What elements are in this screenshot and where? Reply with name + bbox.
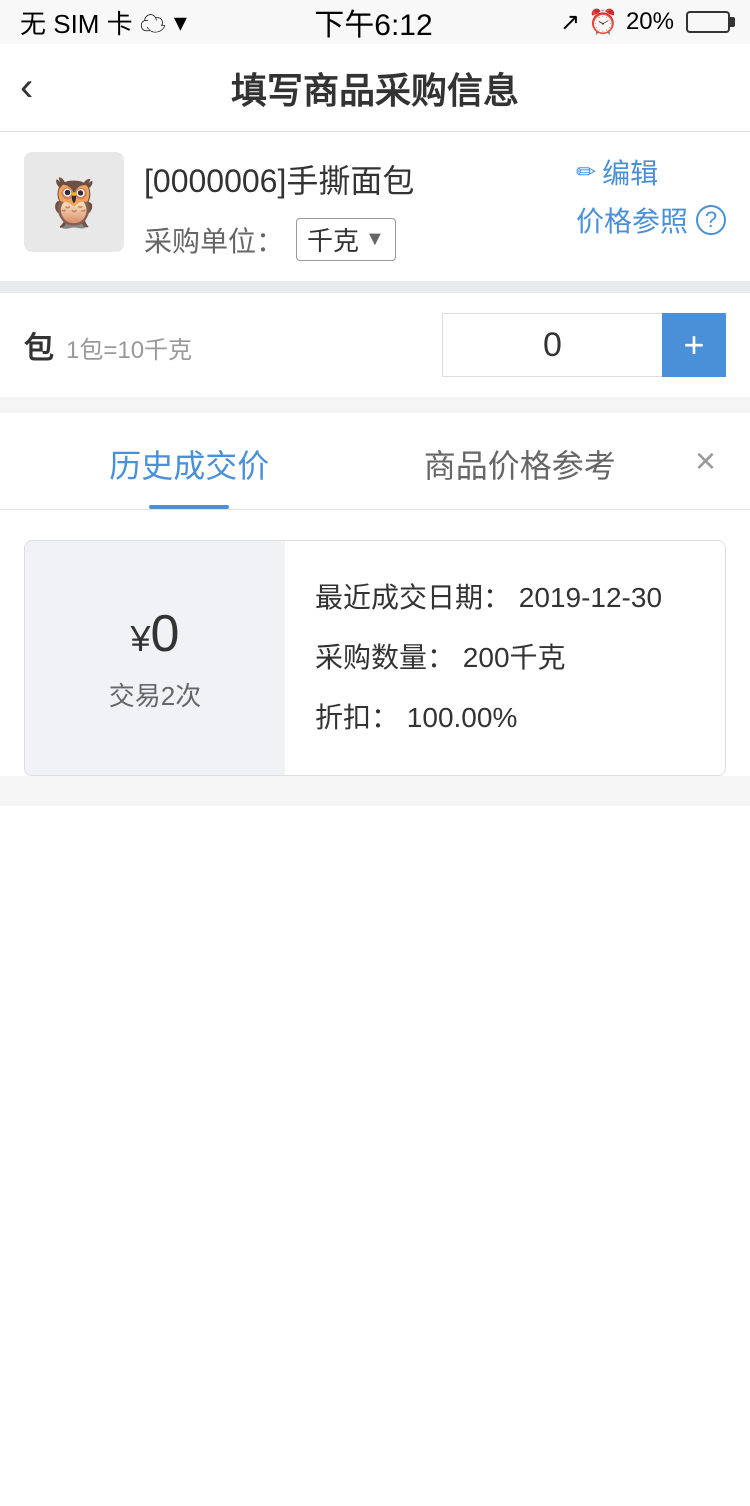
purchase-unit-row: 采购单位： 千克 ▼ [144, 218, 414, 261]
quantity-plus-button[interactable]: + [662, 313, 726, 377]
history-card: ¥0 交易2次 最近成交日期： 2019-12-30 采购数量： 200千克 折… [24, 540, 726, 776]
discount-value: 100.00% [407, 702, 518, 733]
product-image-icon: 🦉 [44, 174, 104, 231]
edit-label: 编辑 [602, 152, 658, 192]
price-ref-help-icon[interactable]: ? [696, 205, 726, 235]
status-bar: 无 SIM 卡 ☁ ▾ 下午6:12 ↗ ⏰ 20% [0, 0, 750, 44]
alarm-icon: ⏰ [588, 8, 618, 37]
quantity-input[interactable] [442, 313, 662, 377]
currency-symbol: ¥ [131, 618, 151, 659]
recent-date-value: 2019-12-30 [519, 582, 662, 613]
recent-date-label: 最近成交日期： [315, 582, 511, 613]
history-price-panel: ¥0 交易2次 [25, 541, 285, 775]
history-details-panel: 最近成交日期： 2019-12-30 采购数量： 200千克 折扣： 100.0… [285, 541, 725, 775]
edit-icon: ✏ [576, 158, 596, 187]
purchase-unit-label: 采购单位： [144, 220, 284, 260]
wifi-icon: ▾ [174, 7, 187, 38]
sim-label: 无 SIM 卡 ☁ [20, 4, 166, 41]
status-time: 下午6:12 [314, 0, 432, 44]
history-purchase-qty: 采购数量： 200千克 [315, 637, 695, 679]
tab-history-label: 历史成交价 [109, 448, 269, 484]
history-price-value: ¥0 [131, 604, 180, 664]
status-left: 无 SIM 卡 ☁ ▾ [20, 4, 187, 41]
unit-value: 千克 [307, 221, 359, 258]
battery-percent: 20% [626, 8, 674, 36]
edit-button[interactable]: ✏ 编辑 [576, 152, 726, 192]
section-divider [0, 281, 750, 293]
quantity-unit-label: 包 [24, 323, 54, 367]
location-icon: ↗ [560, 8, 580, 37]
purchase-qty-label: 采购数量： [315, 642, 455, 673]
tab-price-ref-label: 商品价格参考 [424, 448, 616, 484]
history-discount: 折扣： 100.00% [315, 697, 695, 739]
tab-bar: 历史成交价 商品价格参考 × [0, 413, 750, 510]
quantity-input-group: + [442, 313, 726, 377]
tab-active-indicator [149, 505, 229, 509]
page-title: 填写商品采购信息 [231, 62, 519, 114]
product-right-actions: ✏ 编辑 价格参照 ? [576, 152, 726, 240]
price-ref-label[interactable]: 价格参照 [576, 200, 688, 240]
product-left: 🦉 [0000006]手撕面包 采购单位： 千克 ▼ [24, 152, 414, 261]
product-info: [0000006]手撕面包 采购单位： 千克 ▼ [144, 152, 414, 261]
quantity-sub-label: 1包=10千克 [66, 330, 192, 365]
unit-dropdown-arrow: ▼ [365, 228, 385, 251]
status-right: ↗ ⏰ 20% [560, 8, 730, 37]
history-trade-count: 交易2次 [109, 676, 201, 713]
tab-product-price-ref[interactable]: 商品价格参考 [354, 413, 684, 509]
nav-bar: ‹ 填写商品采购信息 [0, 44, 750, 132]
tab-history-price[interactable]: 历史成交价 [24, 413, 354, 509]
panel-close-button[interactable]: × [685, 430, 726, 492]
discount-label: 折扣： [315, 702, 399, 733]
purchase-qty-value: 200千克 [463, 642, 566, 673]
product-thumbnail: 🦉 [24, 152, 124, 252]
bottom-panel: 历史成交价 商品价格参考 × ¥0 交易2次 最近成交日期： 2019-12-3… [0, 413, 750, 776]
product-card: 🦉 [0000006]手撕面包 采购单位： 千克 ▼ ✏ 编辑 [0, 132, 750, 281]
back-button[interactable]: ‹ [20, 55, 43, 120]
product-name: [0000006]手撕面包 [144, 156, 414, 202]
price-reference-row: 价格参照 ? [576, 200, 726, 240]
quantity-row: 包 1包=10千克 + [0, 293, 750, 397]
quantity-label-group: 包 1包=10千克 [24, 323, 192, 367]
product-header: 🦉 [0000006]手撕面包 采购单位： 千克 ▼ ✏ 编辑 [24, 152, 726, 261]
empty-content-area [0, 806, 750, 1506]
battery-icon [686, 11, 730, 33]
unit-selector[interactable]: 千克 ▼ [296, 218, 396, 261]
history-recent-date: 最近成交日期： 2019-12-30 [315, 577, 695, 619]
